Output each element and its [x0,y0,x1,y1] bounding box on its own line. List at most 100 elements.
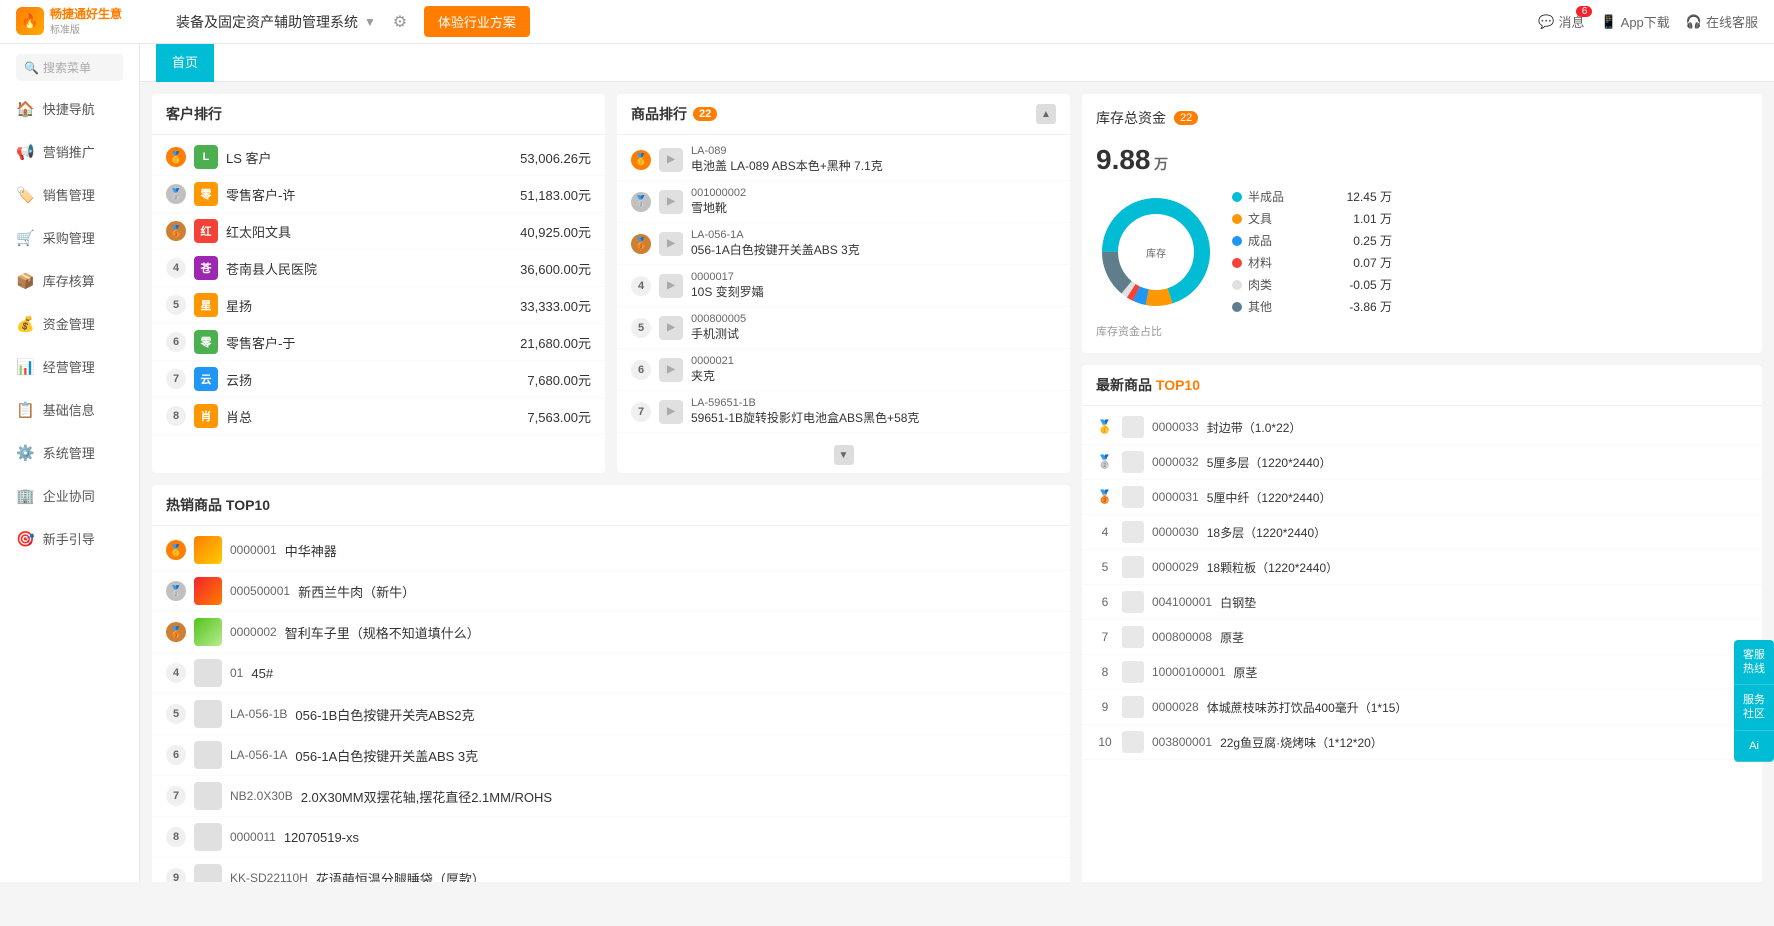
sidebar-label: 系统管理 [43,443,95,462]
product-name: 18颗粒板（1220*2440） [1207,559,1338,576]
sidebar-label: 采购管理 [43,228,95,247]
sidebar-item-basic[interactable]: 📋 基础信息 [0,388,139,431]
list-item: 8 0000011 12070519-xs [152,817,1070,858]
product-thumbnail [194,823,222,851]
sidebar-label: 营销推广 [43,142,95,161]
scroll-down-icon[interactable]: ▼ [834,445,854,465]
list-item: 10 003800001 22g鱼豆腐·烧烤味（1*12*20） [1082,725,1762,760]
donut-center-label: 库存 [1146,247,1166,260]
service-community-button[interactable]: 服务社区 [1734,685,1774,731]
sidebar-item-quick-nav[interactable]: 🏠 快捷导航 [0,87,139,130]
message-button[interactable]: 💬 消息 6 [1538,12,1584,31]
table-row: 4 ▶ 0000017 10S 变刻罗孀 [617,265,1070,307]
product-name: 5厘多层（1220*2440） [1207,454,1332,471]
content-wrapper: 客户排行 🥇 L LS 客户 53,006.26元 🥈 零 零售客户-许 [140,82,1774,882]
legend-dot [1232,236,1242,246]
rank-num-5: 5 [1096,560,1114,574]
inventory-icon: 📦 [16,272,35,290]
table-row: 8 肖 肖总 7,563.00元 [152,398,605,435]
app-download-button[interactable]: 📱 App下载 [1600,12,1669,31]
customer-service-button[interactable]: 客服热线 [1734,640,1774,686]
sidebar-item-company[interactable]: 🏢 企业协同 [0,474,139,517]
product-name: 中华神器 [285,541,337,560]
product-thumbnail [194,741,222,769]
rank-num-8: 8 [166,406,186,426]
legend-label: 其他 [1248,298,1343,315]
product-name: 电池盖 LA-089 ABS本色+黑种 7.1克 [691,157,1056,174]
product-code: LA-59651-1B [691,397,1056,409]
inventory-legend: 半成品 12.45 万 文具 1.01 万 成品 0.25 万 [1232,188,1392,315]
search-menu-input[interactable]: 🔍 搜索菜单 [16,54,123,81]
sidebar-item-operation[interactable]: 📊 经营管理 [0,345,139,388]
table-row: 5 星 星扬 33,333.00元 [152,287,605,324]
product-name: 新西兰牛肉（新牛） [298,582,415,601]
rank-medal-3: 🥉 [166,622,186,642]
customer-ranking-card: 客户排行 🥇 L LS 客户 53,006.26元 🥈 零 零售客户-许 [152,94,605,473]
table-row: 5 ▶ 000800005 手机测试 [617,307,1070,349]
product-name: 封边带（1.0*22） [1207,419,1302,436]
product-name: 白钢垫 [1220,594,1256,611]
product-code: 0000029 [1152,560,1199,574]
rank-num-6: 6 [166,745,186,765]
search-placeholder: 搜索菜单 [43,59,91,76]
rank-num-5: 5 [166,295,186,315]
list-item: 🥇 0000033 封边带（1.0*22） [1082,410,1762,445]
main-content: 首页 客户排行 🥇 L LS 客户 53,006.26元 [140,44,1774,882]
sidebar-label: 资金管理 [43,314,95,333]
rank-medal-1: 🥇 [1096,419,1114,435]
product-thumbnail [1122,591,1144,613]
online-service-button[interactable]: 🎧 在线客服 [1686,12,1758,31]
rank-num-10: 10 [1096,735,1114,749]
sidebar-item-purchase[interactable]: 🛒 采购管理 [0,216,139,259]
sidebar-search-area[interactable]: 🔍 搜索菜单 [0,44,139,87]
top-center: 装备及固定资产辅助管理系统 ▼ ⚙ 体验行业方案 [156,6,1538,37]
sidebar-label: 销售管理 [43,185,95,204]
customer-amount: 51,183.00元 [520,185,591,204]
sidebar-item-guide[interactable]: 🎯 新手引导 [0,517,139,560]
page-tabs: 首页 [140,44,1774,82]
customer-rank-list: 🥇 L LS 客户 53,006.26元 🥈 零 零售客户-许 51,183.0… [152,135,605,439]
list-item: 7 NB2.0X30B 2.0X30MM双摆花轴,摆花直径2.1MM/ROHS [152,776,1070,817]
sidebar-item-finance[interactable]: 💰 资金管理 [0,302,139,345]
basic-icon: 📋 [16,401,35,419]
scroll-down-area: ▼ [617,437,1070,473]
list-item: 4 0000030 18多层（1220*2440） [1082,515,1762,550]
product-code: 000500001 [230,584,290,598]
inventory-title: 库存总资金 22 [1096,108,1198,128]
table-row: 🥉 ▶ LA-056-1A 056-1A白色按键开关盖ABS 3克 [617,223,1070,265]
sidebar-label: 库存核算 [43,271,95,290]
dropdown-arrow-icon[interactable]: ▼ [364,15,376,29]
inventory-amount: 9.88 [1096,144,1151,175]
legend-dot [1232,214,1242,224]
product-name: 原茎 [1220,629,1244,646]
ai-button[interactable]: Ai [1734,731,1774,762]
scroll-up-icon[interactable]: ▲ [1036,104,1056,124]
marketing-icon: 📢 [16,143,35,161]
sidebar-item-sales[interactable]: 🏷️ 销售管理 [0,173,139,216]
top-bar: 🔥 畅捷通好生意 标准版 装备及固定资产辅助管理系统 ▼ ⚙ 体验行业方案 💬 … [0,0,1774,44]
product-img: ▶ [659,316,683,340]
logo-icon: 🔥 [16,7,44,35]
rank-num-9: 9 [1096,700,1114,714]
product-thumbnail [1122,416,1144,438]
product-code: NB2.0X30B [230,789,293,803]
product-code: 004100001 [1152,595,1212,609]
product-code: 01 [230,666,243,680]
list-item: 9 0000028 体城蔗枝味苏打饮品400毫升（1*15） [1082,690,1762,725]
trial-button[interactable]: 体验行业方案 [424,6,530,37]
product-code: 0000017 [691,271,1056,283]
list-item: 🥉 0000031 5厘中纤（1220*2440） [1082,480,1762,515]
sidebar-item-marketing[interactable]: 📢 营销推广 [0,130,139,173]
settings-button[interactable]: ⚙ [386,8,414,36]
table-row: 🥈 ▶ 001000002 雪地靴 [617,181,1070,223]
legend-dot [1232,302,1242,312]
sidebar-item-inventory[interactable]: 📦 库存核算 [0,259,139,302]
system-icon: ⚙️ [16,444,35,462]
sidebar-item-system[interactable]: ⚙️ 系统管理 [0,431,139,474]
product-name: 2.0X30MM双摆花轴,摆花直径2.1MM/ROHS [301,787,552,806]
newest-products-title: 最新商品 TOP10 [1096,377,1200,393]
customer-ranking-header: 客户排行 [152,94,605,135]
table-row: 7 云 云扬 7,680.00元 [152,361,605,398]
tab-home[interactable]: 首页 [156,44,214,82]
table-row: 7 ▶ LA-59651-1B 59651-1B旋转投影灯电池盒ABS黑色+58… [617,391,1070,433]
